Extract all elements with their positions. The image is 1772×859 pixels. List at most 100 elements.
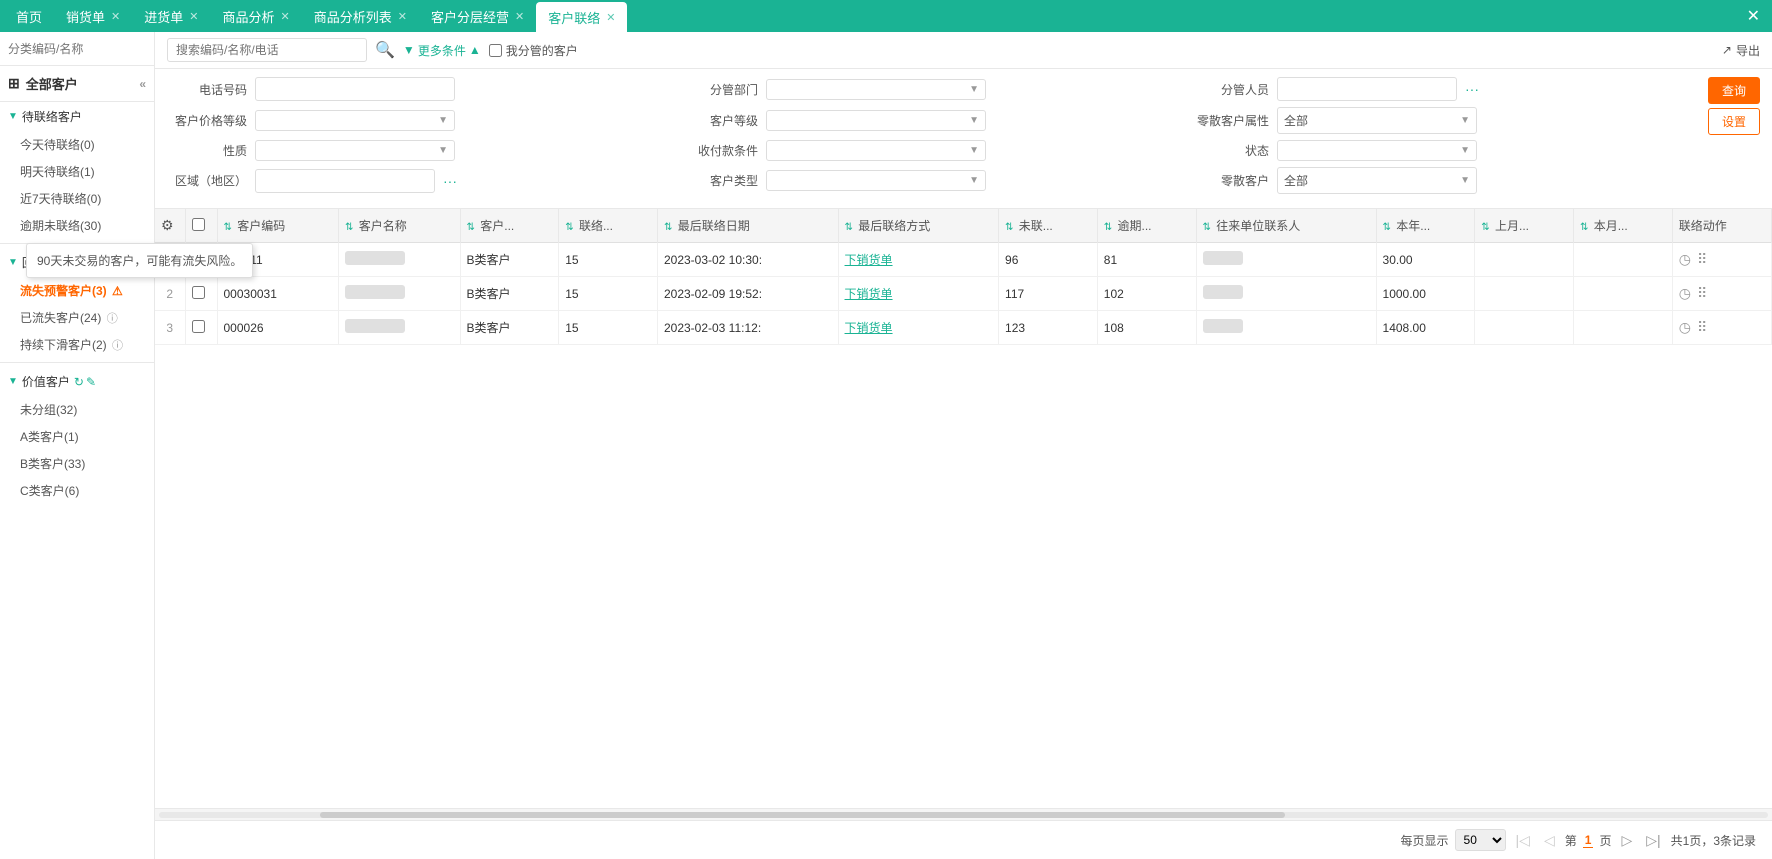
nature-select[interactable]: ▼ — [255, 140, 455, 161]
contact-action-icon-0[interactable]: ◷ — [1679, 251, 1691, 268]
chevron-down-icon-2: ▼ — [438, 115, 448, 126]
page-label: 第 — [1565, 832, 1577, 849]
row-checkbox-1[interactable] — [192, 286, 205, 299]
tab-home[interactable]: 首页 — [4, 0, 54, 32]
tab-purchase[interactable]: 进货单 ✕ — [132, 0, 210, 32]
per-page-select[interactable]: 50 100 200 — [1455, 829, 1506, 851]
sidebar-item-today[interactable]: 今天待联络(0) — [0, 131, 154, 158]
tab-product-analysis-close[interactable]: ✕ — [281, 10, 290, 23]
table-row: 3 000026 B类客户 15 2023-02-03 11:12: 下销货单 … — [155, 311, 1772, 345]
filter-search-input[interactable] — [167, 38, 367, 62]
tab-customer-contact[interactable]: 客户联络 ✕ — [536, 2, 627, 32]
td-name-2 — [339, 311, 461, 345]
horizontal-scrollbar[interactable] — [155, 808, 1772, 820]
sidebar-item-week[interactable]: 近7天待联络(0) — [0, 185, 154, 212]
sidebar-item-churn-warning[interactable]: 流失预警客户(3) ⚠ — [0, 277, 154, 304]
person-label: 分管人员 — [1189, 81, 1269, 98]
grid-icon: ⊞ — [8, 75, 20, 92]
sidebar-item-unsegmented[interactable]: 未分组(32) — [0, 396, 154, 423]
tab-customer-segment-close[interactable]: ✕ — [515, 10, 524, 23]
sidebar-search-input[interactable] — [8, 42, 155, 56]
blurred-company-0 — [1203, 251, 1243, 265]
tab-product-analysis[interactable]: 商品分析 ✕ — [210, 0, 301, 32]
next-page-button[interactable]: ▷ — [1617, 830, 1636, 851]
pagination-bar: 每页显示 50 100 200 |◁ ◁ 第 1 页 ▷ ▷| 共1页，3条记录 — [155, 820, 1772, 859]
more-action-icon-1[interactable]: ⠿ — [1697, 285, 1707, 302]
region-input[interactable] — [255, 169, 435, 193]
filter-group-person: 分管人员 ··· — [1189, 77, 1692, 101]
select-all-checkbox[interactable] — [192, 218, 205, 231]
tab-sales-close[interactable]: ✕ — [111, 10, 120, 23]
scatter-prop-label: 零散客户属性 — [1189, 112, 1269, 129]
nature-label: 性质 — [167, 142, 247, 159]
filter-group-region: 区域（地区） ··· — [167, 169, 670, 193]
chevron-down-icon-3: ▼ — [969, 115, 979, 126]
data-table-wrapper: ⚙ ⇅ 客户编码 ⇅ 客户名称 — [155, 209, 1772, 808]
edit-icon[interactable]: ✎ — [86, 375, 96, 389]
row-checkbox-2[interactable] — [192, 320, 205, 333]
sidebar-item-overdue[interactable]: 逾期未联络(30) — [0, 212, 154, 239]
phone-label: 电话号码 — [167, 81, 247, 98]
settings-button[interactable]: 设置 — [1708, 108, 1760, 135]
price-grade-select[interactable]: ▼ — [255, 110, 455, 131]
customer-type-label: 客户类型 — [678, 172, 758, 189]
my-customers-checkbox[interactable] — [489, 44, 502, 57]
scrollbar-thumb[interactable] — [320, 812, 1285, 818]
scatter-prop-select[interactable]: 全部 ▼ — [1277, 107, 1477, 134]
sidebar-item-tomorrow[interactable]: 明天待联络(1) — [0, 158, 154, 185]
sidebar-item-already-churn[interactable]: 已流失客户(24) ⓘ — [0, 304, 154, 331]
query-button[interactable]: 查询 — [1708, 77, 1760, 104]
more-action-icon-0[interactable]: ⠿ — [1697, 251, 1707, 268]
blurred-company-1 — [1203, 285, 1243, 299]
contact-action-icon-1[interactable]: ◷ — [1679, 285, 1691, 302]
contact-method-link-0[interactable]: 下销货单 — [845, 253, 893, 267]
first-page-button[interactable]: |◁ — [1512, 830, 1534, 851]
filter-more-conditions-button[interactable]: ▼ 更多条件 ▲ — [403, 42, 481, 59]
tab-product-list[interactable]: 商品分析列表 ✕ — [302, 0, 419, 32]
sidebar-item-class-b[interactable]: B类客户(33) — [0, 450, 154, 477]
td-index-1: 2 — [155, 277, 185, 311]
filter-search-button[interactable]: 🔍 — [375, 40, 395, 60]
sidebar-group-value[interactable]: ▼ 价值客户 ↻ ✎ — [0, 367, 154, 396]
tab-product-list-close[interactable]: ✕ — [398, 10, 407, 23]
sidebar-item-churn-down[interactable]: 持续下滑客户(2) ⓘ — [0, 331, 154, 358]
payment-select[interactable]: ▼ — [766, 140, 986, 161]
chevron-down-icon-5: ▼ — [438, 145, 448, 156]
sidebar-item-class-c[interactable]: C类客户(6) — [0, 477, 154, 504]
sidebar-group-pending-contact[interactable]: ▼ 待联络客户 — [0, 102, 154, 131]
tab-customer-contact-close[interactable]: ✕ — [606, 11, 615, 24]
status-select[interactable]: ▼ — [1277, 140, 1477, 161]
td-type-1: B类客户 — [460, 277, 559, 311]
current-page-number: 1 — [1583, 833, 1594, 848]
customer-grade-select[interactable]: ▼ — [766, 110, 986, 131]
content-area: 🔍 ▼ 更多条件 ▲ 我分管的客户 ↗ 导出 — [155, 32, 1772, 859]
person-input[interactable] — [1277, 77, 1457, 101]
customer-type-select[interactable]: ▼ — [766, 170, 986, 191]
refresh-icon[interactable]: ↻ — [74, 375, 84, 389]
dept-select[interactable]: ▼ — [766, 79, 986, 100]
filter-group-price-grade: 客户价格等级 ▼ — [167, 110, 670, 131]
sidebar-collapse-icon[interactable]: « — [139, 77, 146, 91]
contact-method-link-1[interactable]: 下销货单 — [845, 287, 893, 301]
region-dots-btn[interactable]: ··· — [443, 173, 457, 189]
action-icons-2: ◷ ⠿ — [1679, 319, 1765, 336]
th-type: ⇅ 客户... — [460, 209, 559, 243]
last-page-button[interactable]: ▷| — [1642, 830, 1664, 851]
person-dots-btn[interactable]: ··· — [1465, 81, 1479, 97]
window-close-button[interactable]: ✕ — [1739, 6, 1768, 26]
prev-page-button[interactable]: ◁ — [1540, 830, 1559, 851]
export-button[interactable]: ↗ 导出 — [1722, 42, 1760, 59]
sidebar-all-customers[interactable]: ⊞ 全部客户 « — [0, 66, 154, 102]
tab-customer-segment[interactable]: 客户分层经营 ✕ — [419, 0, 536, 32]
advanced-filter-panel: 电话号码 分管部门 ▼ 分管人员 — [155, 69, 1772, 209]
sidebar-item-class-a[interactable]: A类客户(1) — [0, 423, 154, 450]
more-action-icon-2[interactable]: ⠿ — [1697, 319, 1707, 336]
settings-column-icon[interactable]: ⚙ — [161, 217, 174, 233]
contact-method-link-2[interactable]: 下销货单 — [845, 321, 893, 335]
tab-purchase-close[interactable]: ✕ — [189, 10, 198, 23]
tab-sales[interactable]: 销货单 ✕ — [54, 0, 132, 32]
scatter-customer-select[interactable]: 全部 ▼ — [1277, 167, 1477, 194]
td-type-0: B类客户 — [460, 243, 559, 277]
phone-input[interactable] — [255, 77, 455, 101]
contact-action-icon-2[interactable]: ◷ — [1679, 319, 1691, 336]
